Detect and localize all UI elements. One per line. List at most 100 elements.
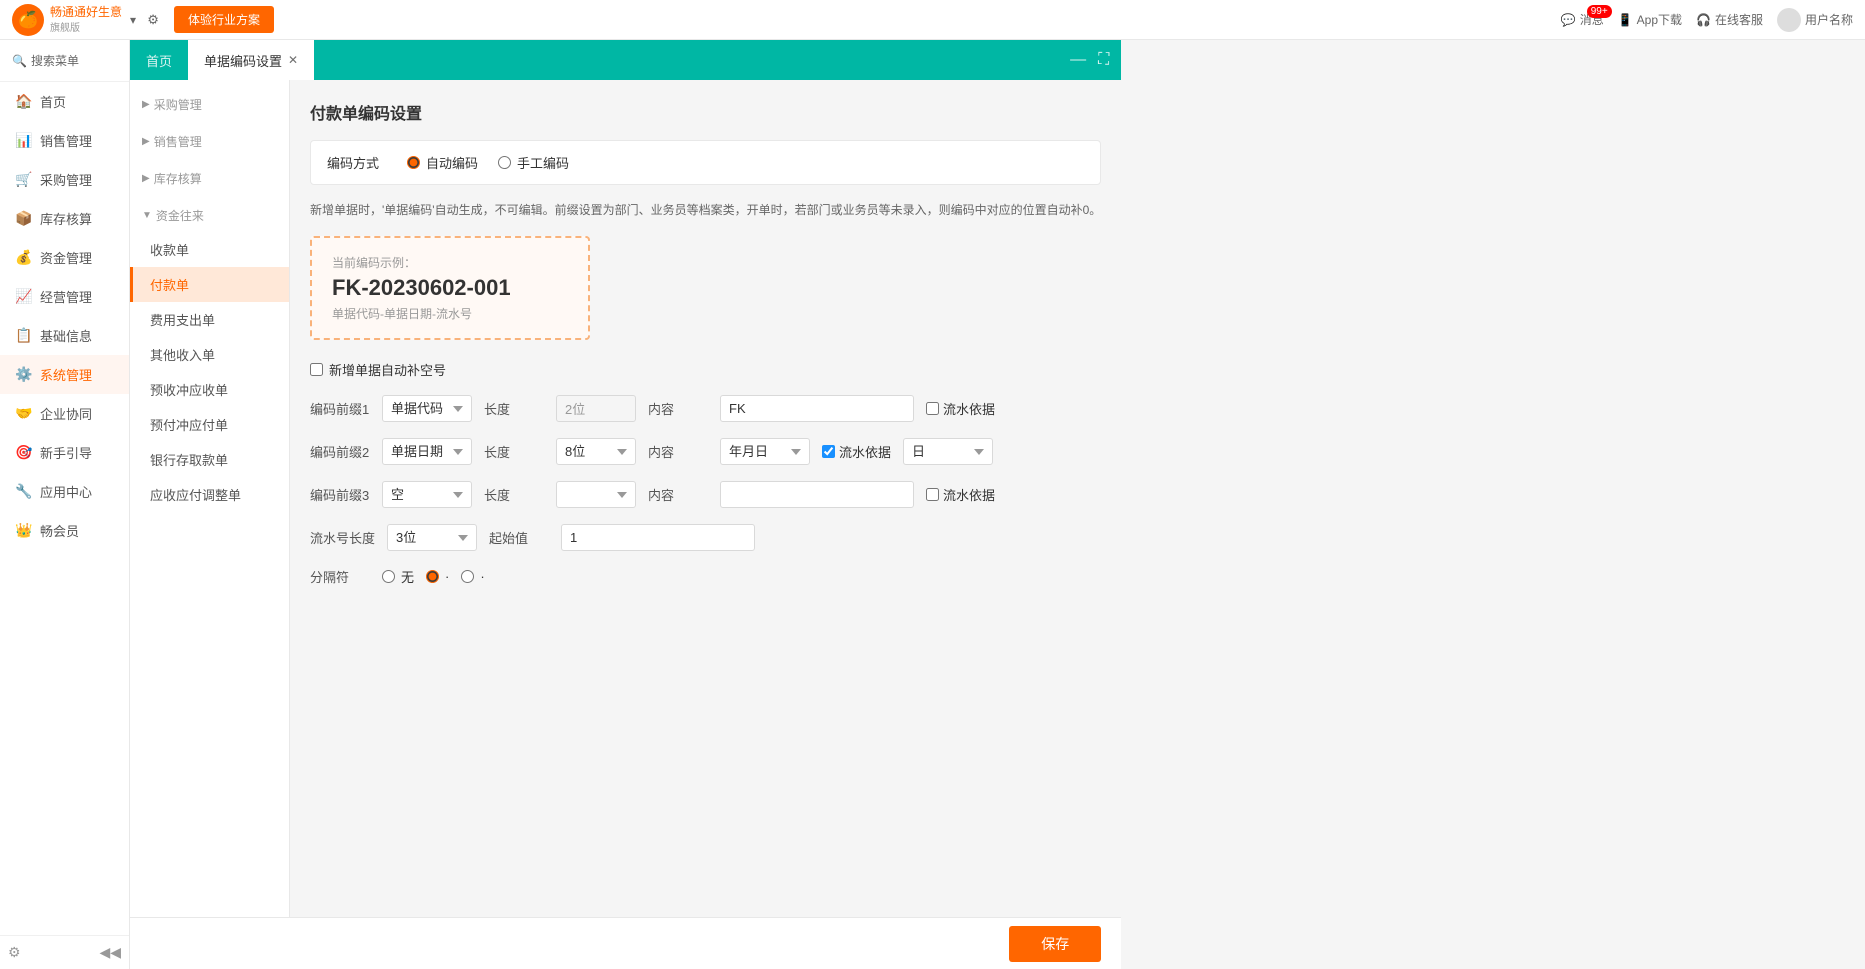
sidebar-item-home[interactable]: 🏠 首页 [0, 82, 129, 121]
sidebar-item-system[interactable]: ⚙️ 系统管理 [0, 355, 129, 394]
prefix-select-1[interactable]: 单据代码 [382, 395, 472, 422]
prefix-select-2[interactable]: 单据日期 [382, 438, 472, 465]
nav-dropdown[interactable]: ▾ [130, 13, 136, 27]
start-value-input[interactable] [561, 524, 755, 551]
sidebar-item-inventory[interactable]: 📦 库存核算 [0, 199, 129, 238]
sidebar-item-operations[interactable]: 📈 经营管理 [0, 277, 129, 316]
sub-nav-item-prepay-offset[interactable]: 预收冲应收单 [130, 372, 289, 407]
message-icon: 💬 [1561, 13, 1576, 27]
sidebar-item-purchase[interactable]: 🛒 采购管理 [0, 160, 129, 199]
separator-row: 分隔符 无 · · [310, 567, 1101, 586]
auto-code-radio[interactable]: 自动编码 [407, 153, 478, 172]
member-icon: 👑 [16, 523, 32, 539]
prefix-label-3: 编码前缀3 [310, 485, 370, 504]
sub-nav-item-payment[interactable]: 付款单 [130, 267, 289, 302]
footer-bar: 保存 [130, 917, 1121, 969]
prefix-label-1: 编码前缀1 [310, 399, 370, 418]
save-button[interactable]: 保存 [1009, 926, 1101, 962]
content-label-3: 内容 [648, 485, 708, 504]
sub-nav-item-other-income[interactable]: 其他收入单 [130, 337, 289, 372]
sub-nav-group-finance: ▼ 资金往来 收款单 付款单 费用支出单 其他收入单 预收冲应收单 预付冲应付单… [130, 199, 289, 512]
brand-icon: 🍊 [12, 4, 44, 36]
content-input-3[interactable] [720, 481, 914, 508]
content-label-2: 内容 [648, 442, 708, 461]
serial-checkbox-2[interactable]: 流水依据 [822, 442, 891, 461]
length-select-3[interactable] [556, 481, 636, 508]
app-download-item[interactable]: 📱 App下载 [1618, 11, 1682, 28]
sep-none-radio[interactable]: 无 [382, 567, 414, 586]
online-service-item[interactable]: 🎧 在线客服 [1696, 11, 1763, 28]
sidebar-item-sales[interactable]: 📊 销售管理 [0, 121, 129, 160]
sep-dot-radio[interactable]: · [426, 569, 449, 584]
sidebar-search[interactable]: 🔍 搜索菜单 [0, 40, 129, 82]
minimize-icon[interactable]: — [1066, 47, 1090, 73]
user-name: 用户名称 [1805, 11, 1853, 28]
content-input-1[interactable] [720, 395, 914, 422]
sub-nav-item-bank[interactable]: 银行存取款单 [130, 442, 289, 477]
serial-unit-select-2[interactable]: 日 [903, 438, 993, 465]
prefix-label-2: 编码前缀2 [310, 442, 370, 461]
brand: 🍊 畅通通好生意 旗舰版 [12, 4, 122, 36]
tab-actions: — ⛶ [1066, 47, 1121, 73]
serial-checkbox-1[interactable]: 流水依据 [926, 399, 995, 418]
settings-icon[interactable]: ⚙ [140, 7, 166, 33]
serial-checkbox-3[interactable]: 流水依据 [926, 485, 995, 504]
prefix-select-3[interactable]: 空 [382, 481, 472, 508]
service-icon: 🎧 [1696, 13, 1711, 27]
sub-nav-item-expense[interactable]: 费用支出单 [130, 302, 289, 337]
maximize-icon[interactable]: ⛶ [1094, 47, 1113, 73]
sidebar-bottom: ⚙ ◀◀ [0, 935, 129, 969]
trial-button[interactable]: 体验行业方案 [174, 6, 274, 33]
tab-encoding-settings[interactable]: 单据编码设置 ✕ [188, 40, 314, 80]
sep-dot2-radio[interactable]: · [461, 569, 484, 584]
sub-nav-item-prepaid-offset[interactable]: 预付冲应付单 [130, 407, 289, 442]
code-preview-box: 当前编码示例： FK-20230602-001 单据代码-单据日期-流水号 [310, 236, 590, 340]
content-label-1: 内容 [648, 399, 708, 418]
full-content: 首页 单据编码设置 ✕ — ⛶ ▶ 采购管理 [130, 40, 1121, 969]
arrow-down-icon: ▼ [142, 210, 152, 221]
sub-nav-group-inventory: ▶ 库存核算 [130, 162, 289, 195]
collapse-icon[interactable]: ◀◀ [99, 944, 121, 961]
sub-content: ▶ 采购管理 ▶ 销售管理 ▶ 库存核算 [130, 80, 1121, 917]
purchase-icon: 🛒 [16, 172, 32, 188]
auto-fill-checkbox[interactable] [310, 363, 323, 376]
home-icon: 🏠 [16, 94, 32, 110]
basic-info-icon: 📋 [16, 328, 32, 344]
serial-length-select[interactable]: 3位 [387, 524, 477, 551]
manual-code-radio[interactable]: 手工编码 [498, 153, 569, 172]
separator-label: 分隔符 [310, 567, 370, 586]
sub-nav-item-adjustment[interactable]: 应收应付调整单 [130, 477, 289, 512]
sub-nav-group-sales: ▶ 销售管理 [130, 125, 289, 158]
search-menu-button[interactable]: 🔍 搜索菜单 [8, 48, 121, 73]
sidebar-item-enterprise[interactable]: 🤝 企业协同 [0, 394, 129, 433]
info-text: 新增单据时，'单据编码'自动生成，不可编辑。前缀设置为部门、业务员等档案类，开单… [310, 201, 1101, 220]
sidebar-item-guide[interactable]: 🎯 新手引导 [0, 433, 129, 472]
length-label-2: 长度 [484, 442, 544, 461]
search-icon: 🔍 [12, 54, 27, 68]
operations-icon: 📈 [16, 289, 32, 305]
tab-close-icon[interactable]: ✕ [288, 53, 298, 67]
sub-nav-group-inventory-title[interactable]: ▶ 库存核算 [130, 162, 289, 195]
sub-nav-item-receipt[interactable]: 收款单 [130, 232, 289, 267]
topbar-nav: ▾ ⚙ [130, 7, 166, 33]
code-preview-sub: 单据代码-单据日期-流水号 [332, 305, 568, 322]
arrow-right-icon-2: ▶ [142, 136, 150, 147]
tab-home[interactable]: 首页 [130, 40, 188, 80]
content-select-2[interactable]: 年月日 [720, 438, 810, 465]
length-select-2[interactable]: 8位 [556, 438, 636, 465]
sidebar-item-app-center[interactable]: 🔧 应用中心 [0, 472, 129, 511]
sub-nav-group-purchase-title[interactable]: ▶ 采购管理 [130, 88, 289, 121]
sidebar-item-basic-info[interactable]: 📋 基础信息 [0, 316, 129, 355]
topbar: 🍊 畅通通好生意 旗舰版 ▾ ⚙ 体验行业方案 💬 消息 99+ 📱 App下载… [0, 0, 1865, 40]
sub-nav-group-finance-title[interactable]: ▼ 资金往来 [130, 199, 289, 232]
sub-nav-group-purchase: ▶ 采购管理 [130, 88, 289, 121]
sidebar-item-finance[interactable]: 💰 资金管理 [0, 238, 129, 277]
phone-icon: 📱 [1618, 13, 1633, 27]
message-item[interactable]: 💬 消息 99+ [1561, 11, 1604, 28]
prefix-row-3: 编码前缀3 空 长度 内容 流水依据 [310, 481, 1101, 508]
serial-length-row: 流水号长度 3位 起始值 [310, 524, 1101, 551]
settings-bottom-icon[interactable]: ⚙ [8, 944, 21, 961]
sidebar-item-member[interactable]: 👑 畅会员 [0, 511, 129, 550]
sub-nav-group-sales-title[interactable]: ▶ 销售管理 [130, 125, 289, 158]
user-item[interactable]: 用户名称 [1777, 8, 1853, 32]
